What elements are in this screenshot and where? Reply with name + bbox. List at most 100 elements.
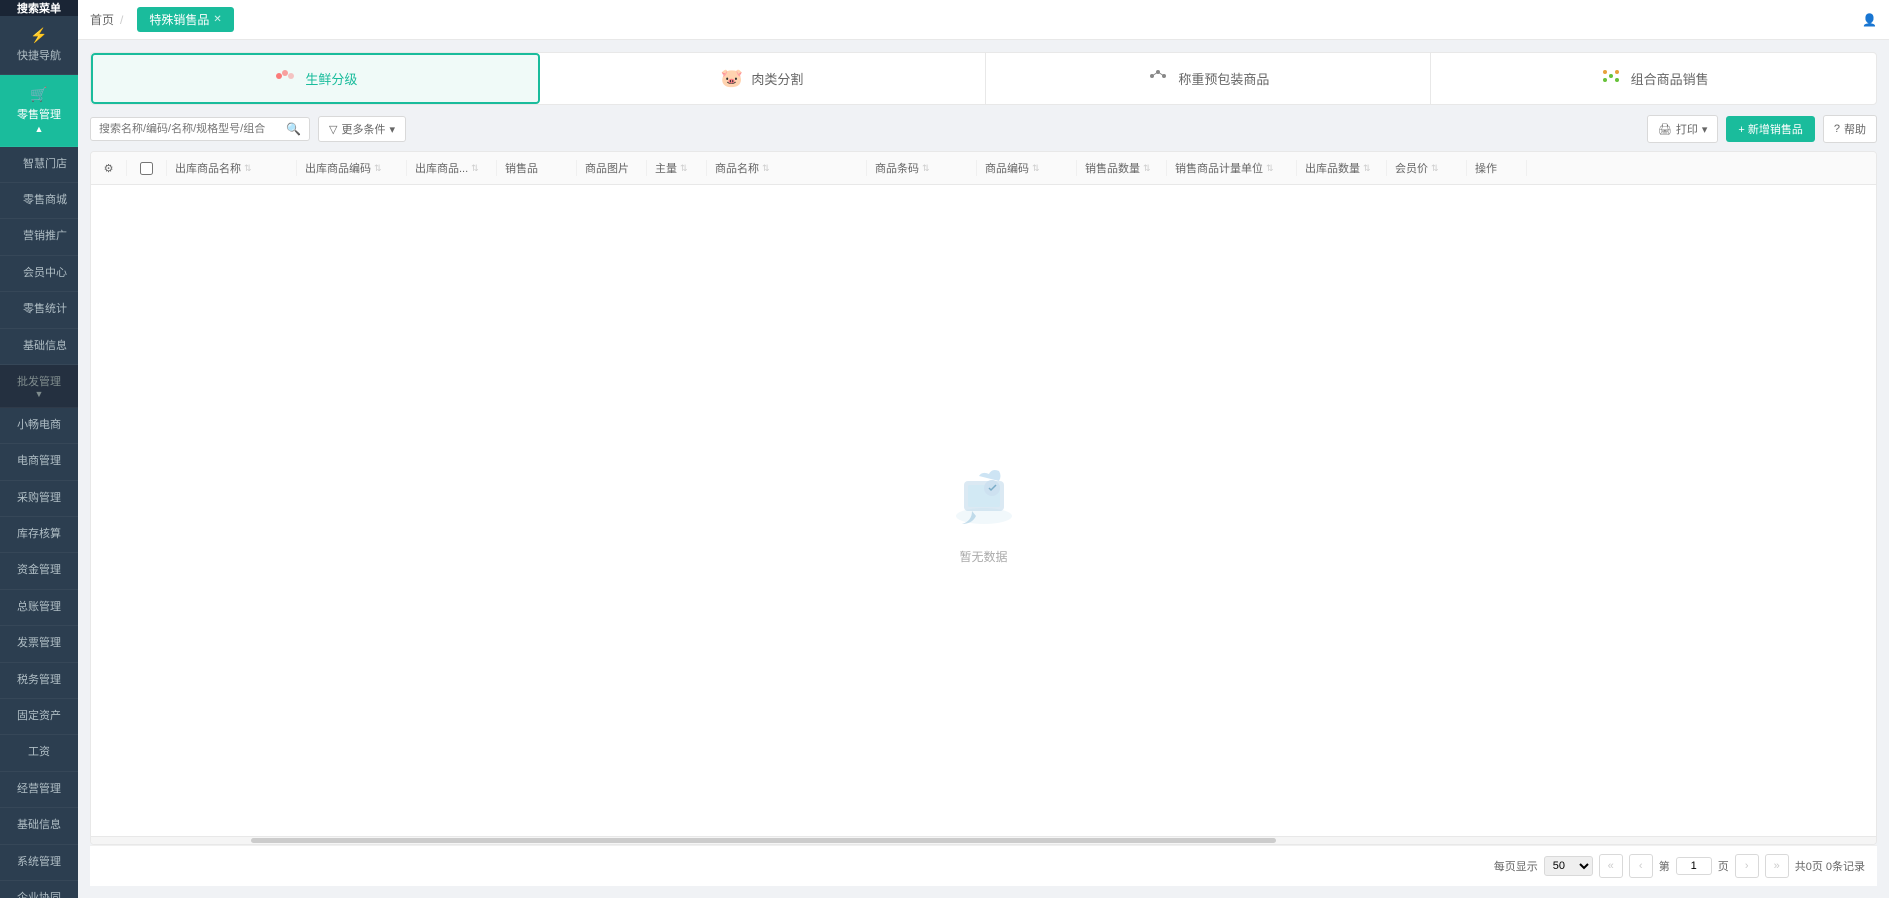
sort-icon[interactable]: ⇅ — [1032, 163, 1040, 174]
print-button[interactable]: 🖨 打印 ▾ — [1647, 115, 1719, 143]
cat-tab-scale[interactable]: 称重预包装商品 — [986, 53, 1432, 104]
col-label: 商品编码 — [985, 160, 1029, 176]
help-icon: ? — [1834, 123, 1840, 135]
sidebar-item-label: 经营管理 — [17, 782, 61, 797]
th-barcode: 商品条码 ⇅ — [867, 160, 977, 176]
filter-label: 更多条件 — [341, 121, 385, 137]
sidebar-item-baseinfo2[interactable]: 基础信息 — [0, 808, 78, 844]
empty-text: 暂无数据 — [959, 548, 1007, 565]
search-box[interactable]: 🔍 — [90, 117, 310, 141]
sort-icon[interactable]: ⇅ — [762, 163, 770, 174]
col-label: 出库商品编码 — [305, 160, 371, 176]
sidebar-item-mall[interactable]: 零售商城 — [0, 183, 78, 219]
sidebar-item-inventory[interactable]: 库存核算 — [0, 517, 78, 553]
sidebar-item-retailstats[interactable]: 零售统计 — [0, 292, 78, 328]
sidebar-logo[interactable]: 搜索菜单 — [0, 0, 78, 16]
th-member-price: 会员价 ⇅ — [1387, 160, 1467, 176]
page-tab[interactable]: 特殊销售品 ✕ — [137, 7, 233, 32]
sidebar-item-label: 税务管理 — [17, 673, 61, 688]
print-label: 打印 — [1676, 121, 1698, 137]
horizontal-scrollbar[interactable] — [91, 836, 1876, 844]
cat-tab-scale-label: 称重预包装商品 — [1178, 69, 1269, 88]
select-all-checkbox[interactable] — [140, 162, 153, 175]
th-sale: 销售品 — [497, 160, 577, 176]
scrollbar-thumb[interactable] — [251, 838, 1276, 843]
empty-state: 暂无数据 — [91, 185, 1876, 836]
sidebar-item-member[interactable]: 会员中心 — [0, 256, 78, 292]
sidebar-item-label: 基础信息 — [17, 818, 61, 833]
sidebar-item-quicknav[interactable]: ⚡ 快捷导航 — [0, 16, 78, 75]
filter-button[interactable]: ▽ 更多条件 ▾ — [318, 116, 406, 142]
sidebar-item-ecommmgmt[interactable]: 电商管理 — [0, 444, 78, 480]
breadcrumb-sep: / — [120, 13, 123, 27]
cat-tab-combo[interactable]: 组合商品销售 — [1431, 53, 1876, 104]
sidebar-item-wholesale[interactable]: 批发管理 ▼ — [0, 365, 78, 408]
sidebar-item-ops[interactable]: 经营管理 — [0, 772, 78, 808]
col-label: 销售品数量 — [1085, 160, 1140, 176]
total-label: 共0页 0条记录 — [1795, 858, 1865, 874]
sidebar: 搜索菜单 ⚡ 快捷导航 🛒 零售管理 ▲ 智慧门店 零售商城 营销推广 会员中心… — [0, 0, 78, 898]
print-icon: 🖨 — [1658, 123, 1672, 136]
sort-icon[interactable]: ⇅ — [922, 163, 930, 174]
table-header: ⚙ 出库商品名称 ⇅ 出库商品编码 ⇅ 出库商品... ⇅ — [91, 152, 1876, 185]
sidebar-item-salary[interactable]: 工资 — [0, 735, 78, 771]
new-product-button[interactable]: + 新增销售品 — [1726, 116, 1814, 142]
sidebar-item-tax[interactable]: 税务管理 — [0, 663, 78, 699]
sidebar-item-finance[interactable]: 资金管理 — [0, 553, 78, 589]
sort-icon[interactable]: ⇅ — [244, 163, 252, 174]
sidebar-item-label: 零售管理 — [17, 108, 61, 123]
page-label-before: 第 — [1659, 858, 1670, 874]
sidebar-item-ecommsmall[interactable]: 小畅电商 — [0, 408, 78, 444]
sort-icon[interactable]: ⇅ — [1363, 163, 1371, 174]
per-page-label: 每页显示 — [1494, 858, 1538, 874]
sidebar-item-retail[interactable]: 🛒 零售管理 ▲ — [0, 75, 78, 147]
sidebar-item-label: 会员中心 — [23, 266, 67, 281]
page-next-btn[interactable]: › — [1735, 854, 1759, 878]
sidebar-item-baseinfo1[interactable]: 基础信息 — [0, 329, 78, 365]
search-icon: 🔍 — [286, 122, 301, 136]
sidebar-item-label: 工资 — [28, 745, 50, 760]
sidebar-item-fixedassets[interactable]: 固定资产 — [0, 699, 78, 735]
page-first-btn[interactable]: « — [1599, 854, 1623, 878]
toolbar-right: 🖨 打印 ▾ + 新增销售品 ? 帮助 — [1647, 115, 1877, 143]
th-image: 商品图片 — [577, 160, 647, 176]
sidebar-item-enterprise[interactable]: 企业协同 — [0, 881, 78, 898]
sort-icon[interactable]: ⇅ — [471, 163, 479, 174]
filter-icon: ▽ — [329, 123, 337, 136]
retail-icon: 🛒 — [30, 85, 47, 105]
sidebar-item-label: 快捷导航 — [17, 49, 61, 64]
col-label: 商品条码 — [875, 160, 919, 176]
sidebar-item-label: 批发管理 — [17, 373, 61, 389]
help-button[interactable]: ? 帮助 — [1823, 115, 1877, 143]
sidebar-item-invoice[interactable]: 发票管理 — [0, 626, 78, 662]
page-last-btn[interactable]: » — [1765, 854, 1789, 878]
th-sku: 商品编码 ⇅ — [977, 160, 1077, 176]
sidebar-item-label: 零售商城 — [23, 193, 67, 208]
sort-icon[interactable]: ⇅ — [1143, 163, 1151, 174]
cat-tab-meat[interactable]: 🐷 肉类分割 — [540, 53, 986, 104]
home-link[interactable]: 首页 — [90, 11, 114, 28]
per-page-select[interactable]: 50 10 20 100 — [1544, 856, 1593, 876]
toolbar-left: 🔍 ▽ 更多条件 ▾ — [90, 116, 406, 142]
cat-tab-fresh[interactable]: 生鲜分级 — [91, 53, 540, 104]
sort-icon[interactable]: ⇅ — [680, 163, 688, 174]
arrow-icon: ▲ — [35, 123, 44, 136]
page-input[interactable] — [1676, 857, 1712, 875]
th-setting[interactable]: ⚙ — [91, 160, 127, 176]
sort-icon[interactable]: ⇅ — [374, 163, 382, 174]
sidebar-item-label: 小畅电商 — [17, 418, 61, 433]
page-prev-btn[interactable]: ‹ — [1629, 854, 1653, 878]
sort-icon[interactable]: ⇅ — [1266, 163, 1274, 174]
close-icon[interactable]: ✕ — [213, 14, 221, 25]
sidebar-item-smartstore[interactable]: 智慧门店 — [0, 147, 78, 183]
sidebar-item-purchase[interactable]: 采购管理 — [0, 481, 78, 517]
sidebar-item-system[interactable]: 系统管理 — [0, 845, 78, 881]
search-input[interactable] — [99, 123, 282, 135]
content-area: 生鲜分级 🐷 肉类分割 称重预包装商品 — [78, 40, 1889, 898]
sort-icon[interactable]: ⇅ — [1431, 163, 1439, 174]
sidebar-item-ledger[interactable]: 总账管理 — [0, 590, 78, 626]
col-label: 出库品数量 — [1305, 160, 1360, 176]
sidebar-item-label: 总账管理 — [17, 600, 61, 615]
th-checkbox[interactable] — [127, 160, 167, 176]
sidebar-item-marketing[interactable]: 营销推广 — [0, 219, 78, 255]
